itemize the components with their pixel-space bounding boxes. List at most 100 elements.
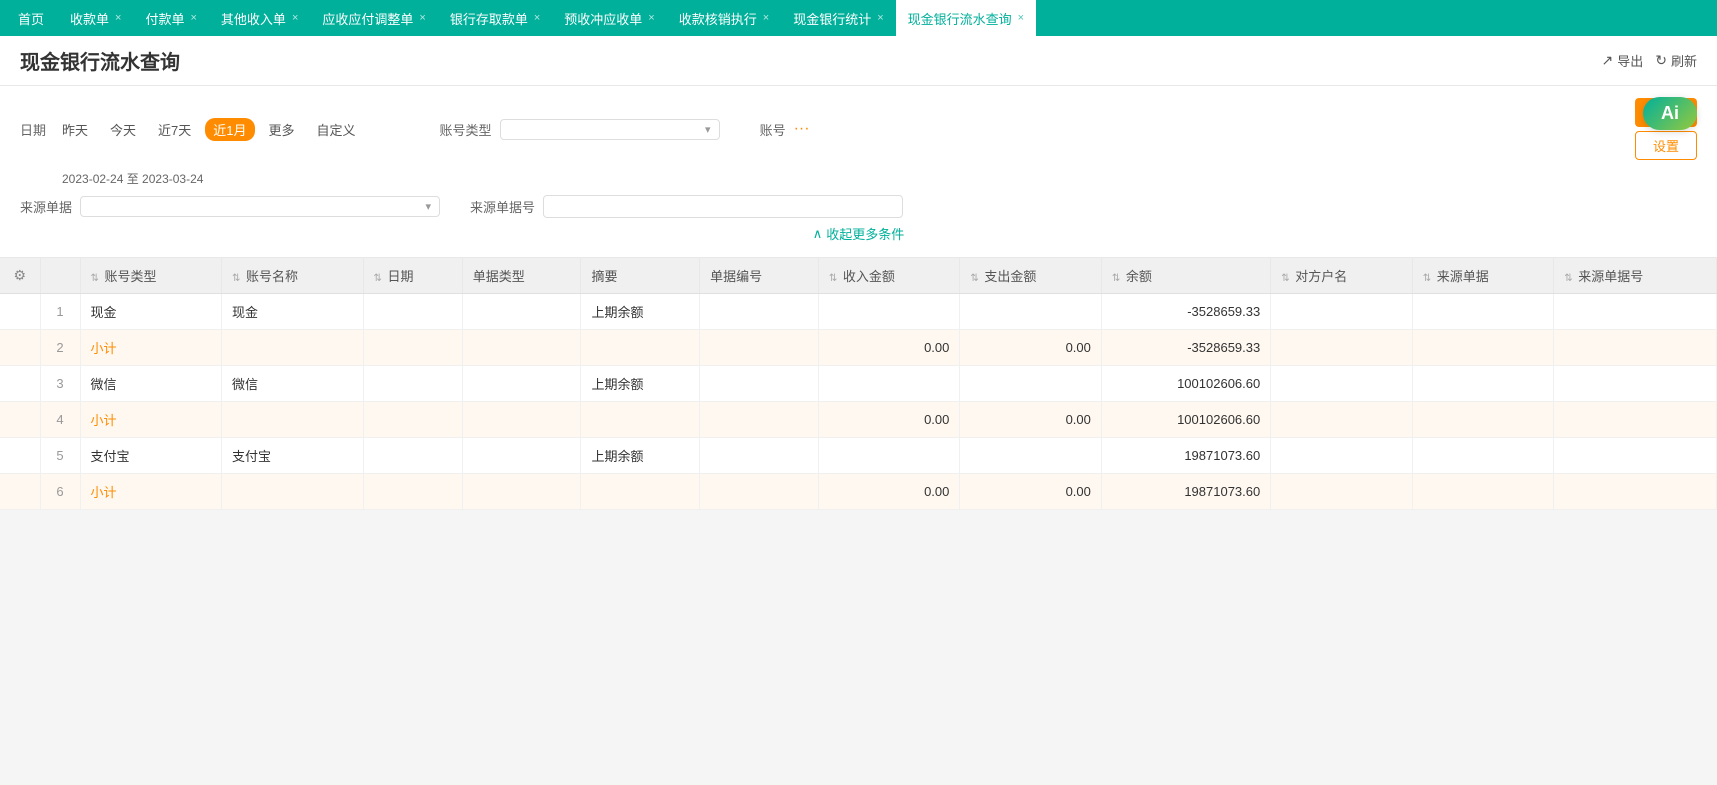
source-doc-no-input[interactable] bbox=[543, 195, 903, 218]
date-opt-today[interactable]: 今天 bbox=[102, 118, 144, 141]
table-header-row: ⚙ ⇅ 账号类型 ⇅ 账号名称 ⇅ 日期 单据类型 bbox=[0, 258, 1717, 294]
close-tab-7-icon[interactable]: × bbox=[877, 12, 883, 24]
column-income[interactable]: ⇅ 收入金额 bbox=[818, 258, 960, 294]
column-account-name[interactable]: ⇅ 账号名称 bbox=[222, 258, 364, 294]
sort-counterparty-icon: ⇅ bbox=[1281, 273, 1289, 284]
nav-tab-2[interactable]: 其他收入单 × bbox=[209, 0, 310, 36]
cell-doc-type bbox=[462, 330, 581, 366]
ai-assistant-button[interactable]: Ai bbox=[1643, 97, 1697, 130]
date-opt-1month[interactable]: 近1月 bbox=[205, 118, 254, 141]
cell-doc-no bbox=[700, 438, 819, 474]
cell-balance: 100102606.60 bbox=[1101, 402, 1270, 438]
cell-date bbox=[363, 330, 462, 366]
column-source-doc[interactable]: ⇅ 来源单据 bbox=[1412, 258, 1554, 294]
date-options: 昨天 今天 近7天 近1月 更多 自定义 bbox=[54, 118, 364, 141]
date-opt-7days[interactable]: 近7天 bbox=[150, 118, 199, 141]
cell-doc-type bbox=[462, 294, 581, 330]
column-source-doc-no[interactable]: ⇅ 来源单据号 bbox=[1554, 258, 1717, 294]
date-opt-yesterday[interactable]: 昨天 bbox=[54, 118, 96, 141]
nav-tab-8[interactable]: 现金银行流水查询 × bbox=[896, 0, 1036, 36]
cell-expense bbox=[960, 438, 1102, 474]
nav-home[interactable]: 首页 bbox=[4, 9, 58, 28]
cell-account-name bbox=[222, 474, 364, 510]
cell-source-doc-no bbox=[1554, 366, 1717, 402]
cell-num: 1 bbox=[40, 294, 80, 330]
column-expense[interactable]: ⇅ 支出金额 bbox=[960, 258, 1102, 294]
cell-doc-type bbox=[462, 402, 581, 438]
sort-expense-icon: ⇅ bbox=[970, 273, 978, 284]
cell-counterparty bbox=[1271, 474, 1413, 510]
column-balance[interactable]: ⇅ 余额 bbox=[1101, 258, 1270, 294]
cell-source-doc bbox=[1412, 294, 1554, 330]
table-row[interactable]: 1 现金 现金 上期余额 -3528659.33 bbox=[0, 294, 1717, 330]
nav-tab-3[interactable]: 应收应付调整单 × bbox=[310, 0, 437, 36]
sort-balance-icon: ⇅ bbox=[1112, 273, 1120, 284]
column-gear[interactable]: ⚙ bbox=[0, 258, 40, 294]
date-opt-custom[interactable]: 自定义 bbox=[309, 118, 364, 141]
cell-balance: 19871073.60 bbox=[1101, 438, 1270, 474]
collapse-bar[interactable]: ∧ 收起更多条件 bbox=[20, 218, 1697, 245]
table-row[interactable]: 3 微信 微信 上期余额 100102606.60 bbox=[0, 366, 1717, 402]
export-icon: ↗ bbox=[1602, 52, 1614, 69]
cell-income bbox=[818, 294, 960, 330]
sort-source-doc-icon: ⇅ bbox=[1423, 273, 1431, 284]
data-table: ⚙ ⇅ 账号类型 ⇅ 账号名称 ⇅ 日期 单据类型 bbox=[0, 258, 1717, 510]
cell-source-doc-no bbox=[1554, 474, 1717, 510]
account-type-select[interactable]: ▾ bbox=[500, 119, 720, 140]
close-tab-8-icon[interactable]: × bbox=[1018, 12, 1024, 24]
close-tab-5-icon[interactable]: × bbox=[648, 12, 654, 24]
date-opt-more[interactable]: 更多 bbox=[261, 118, 303, 141]
table-row[interactable]: 6 小计 0.00 0.00 19871073.60 bbox=[0, 474, 1717, 510]
cell-summary bbox=[581, 330, 700, 366]
table-row[interactable]: 2 小计 0.00 0.00 -3528659.33 bbox=[0, 330, 1717, 366]
cell-expense: 0.00 bbox=[960, 402, 1102, 438]
cell-account-type: 小计 bbox=[80, 402, 222, 438]
sort-date-icon: ⇅ bbox=[374, 273, 382, 284]
close-tab-1-icon[interactable]: × bbox=[190, 12, 196, 24]
export-button[interactable]: ↗ 导出 bbox=[1602, 51, 1644, 70]
settings-button[interactable]: 设置 bbox=[1635, 131, 1697, 160]
cell-account-type: 微信 bbox=[80, 366, 222, 402]
column-num bbox=[40, 258, 80, 294]
table-row[interactable]: 4 小计 0.00 0.00 100102606.60 bbox=[0, 402, 1717, 438]
nav-tab-0[interactable]: 收款单 × bbox=[58, 0, 133, 36]
close-tab-3-icon[interactable]: × bbox=[419, 12, 425, 24]
cell-date bbox=[363, 438, 462, 474]
close-tab-2-icon[interactable]: × bbox=[292, 12, 298, 24]
close-tab-4-icon[interactable]: × bbox=[534, 12, 540, 24]
collapse-label: 收起更多条件 bbox=[826, 224, 904, 243]
nav-tab-5[interactable]: 预收冲应收单 × bbox=[552, 0, 666, 36]
cell-source-doc bbox=[1412, 402, 1554, 438]
cell-summary: 上期余额 bbox=[581, 294, 700, 330]
cell-summary: 上期余额 bbox=[581, 438, 700, 474]
table-row[interactable]: 5 支付宝 支付宝 上期余额 19871073.60 bbox=[0, 438, 1717, 474]
cell-counterparty bbox=[1271, 366, 1413, 402]
account-no-label: 账号 bbox=[760, 120, 786, 139]
cell-gear bbox=[0, 366, 40, 402]
nav-tab-6[interactable]: 收款核销执行 × bbox=[667, 0, 781, 36]
nav-tab-4[interactable]: 银行存取款单 × bbox=[438, 0, 552, 36]
column-counterparty[interactable]: ⇅ 对方户名 bbox=[1271, 258, 1413, 294]
cell-account-type: 现金 bbox=[80, 294, 222, 330]
cell-num: 2 bbox=[40, 330, 80, 366]
source-doc-select[interactable]: ▾ bbox=[80, 196, 440, 217]
cell-date bbox=[363, 402, 462, 438]
filter-area: 日期 昨天 今天 近7天 近1月 更多 自定义 账号类型 ▾ 账号 ··· bbox=[0, 86, 1717, 258]
close-tab-0-icon[interactable]: × bbox=[115, 12, 121, 24]
cell-balance: 19871073.60 bbox=[1101, 474, 1270, 510]
gear-icon[interactable]: ⚙ bbox=[13, 267, 26, 283]
cell-doc-no bbox=[700, 294, 819, 330]
cell-income: 0.00 bbox=[818, 474, 960, 510]
cell-gear bbox=[0, 294, 40, 330]
sort-income-icon: ⇅ bbox=[829, 273, 837, 284]
column-account-type[interactable]: ⇅ 账号类型 bbox=[80, 258, 222, 294]
column-date[interactable]: ⇅ 日期 bbox=[363, 258, 462, 294]
table-body: 1 现金 现金 上期余额 -3528659.33 2 小计 0.00 0.00 … bbox=[0, 294, 1717, 510]
close-tab-6-icon[interactable]: × bbox=[763, 12, 769, 24]
cell-doc-type bbox=[462, 438, 581, 474]
account-no-dots-button[interactable]: ··· bbox=[794, 120, 810, 138]
refresh-button[interactable]: ↻ 刷新 bbox=[1655, 51, 1697, 70]
nav-tab-1[interactable]: 付款单 × bbox=[133, 0, 208, 36]
nav-tab-7[interactable]: 现金银行统计 × bbox=[781, 0, 895, 36]
cell-expense: 0.00 bbox=[960, 474, 1102, 510]
